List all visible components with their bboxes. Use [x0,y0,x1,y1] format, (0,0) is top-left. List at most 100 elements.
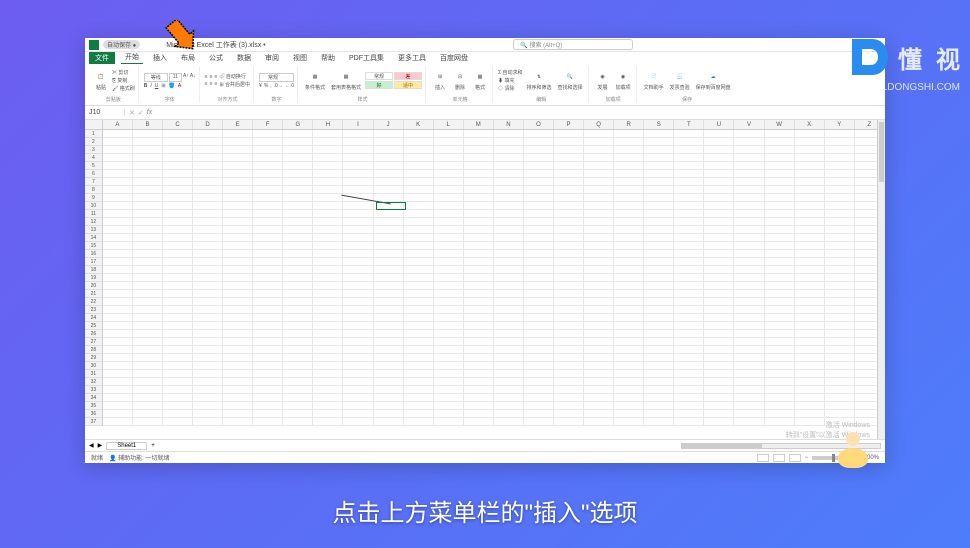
cell[interactable] [283,178,313,186]
row-header[interactable]: 9 [85,194,103,202]
cell[interactable] [434,138,464,146]
row-header[interactable]: 24 [85,314,103,322]
cell[interactable] [825,162,855,170]
copy-button[interactable]: ⎘ 复制 [112,77,135,84]
cell[interactable] [464,202,494,210]
cell[interactable] [404,330,434,338]
cell[interactable] [404,306,434,314]
sort-filter-button[interactable]: ⇅排序和筛选 [525,69,554,92]
cell[interactable] [494,194,524,202]
cell[interactable] [374,170,404,178]
cell[interactable] [193,402,223,410]
column-header[interactable]: B [133,120,163,129]
cell[interactable] [313,354,343,362]
cell[interactable] [614,194,644,202]
cell[interactable] [554,394,584,402]
view-normal-button[interactable] [757,454,769,462]
cell[interactable] [193,138,223,146]
cell[interactable] [404,130,434,138]
cell[interactable] [374,410,404,418]
cell[interactable] [193,162,223,170]
row-header[interactable]: 10 [85,202,103,210]
cell[interactable] [223,386,253,394]
cell[interactable] [434,370,464,378]
cell[interactable] [283,378,313,386]
cell[interactable] [133,274,163,282]
cell[interactable] [163,194,193,202]
cell[interactable] [464,394,494,402]
cell[interactable] [765,290,795,298]
cell[interactable] [343,418,373,426]
cell[interactable] [524,306,554,314]
cell[interactable] [434,346,464,354]
cell[interactable] [644,330,674,338]
cell[interactable] [193,370,223,378]
column-header[interactable]: S [644,120,674,129]
cell[interactable] [674,162,704,170]
cell[interactable] [343,370,373,378]
cell[interactable] [554,258,584,266]
row-header[interactable]: 18 [85,266,103,274]
cell[interactable] [193,178,223,186]
cell[interactable] [614,154,644,162]
cell[interactable] [374,370,404,378]
cell[interactable] [734,186,764,194]
cell[interactable] [524,218,554,226]
cell[interactable] [374,290,404,298]
cell[interactable] [313,130,343,138]
cell[interactable] [404,362,434,370]
cell[interactable] [374,314,404,322]
cell[interactable] [434,378,464,386]
cell[interactable] [704,274,734,282]
cell[interactable] [584,266,614,274]
sheet-nav-prev[interactable]: ◀ [89,442,94,449]
cell[interactable] [223,170,253,178]
cell[interactable] [103,258,133,266]
tab-pdf-tools[interactable]: PDF工具集 [345,52,388,64]
cell[interactable] [223,354,253,362]
cell[interactable] [193,282,223,290]
column-header[interactable]: D [193,120,223,129]
cell[interactable] [644,130,674,138]
cell[interactable] [133,146,163,154]
cell[interactable] [704,194,734,202]
cell[interactable] [825,226,855,234]
cell[interactable] [223,138,253,146]
cell[interactable] [404,202,434,210]
cell[interactable] [704,282,734,290]
cell[interactable] [644,394,674,402]
cell[interactable] [554,354,584,362]
cell[interactable] [524,370,554,378]
cell[interactable] [223,178,253,186]
cell[interactable] [434,338,464,346]
cell[interactable] [163,354,193,362]
cell[interactable] [133,218,163,226]
cell[interactable] [404,370,434,378]
cell[interactable] [644,242,674,250]
cell[interactable] [163,298,193,306]
cell[interactable] [644,418,674,426]
cell[interactable] [494,330,524,338]
cell[interactable] [734,346,764,354]
cell[interactable] [795,162,825,170]
cell[interactable] [554,170,584,178]
cell[interactable] [704,418,734,426]
cell[interactable] [223,146,253,154]
cell[interactable] [253,378,283,386]
cell[interactable] [614,410,644,418]
select-all-corner[interactable] [85,120,103,129]
cell[interactable] [524,410,554,418]
cell[interactable] [374,298,404,306]
cell[interactable] [434,298,464,306]
cell[interactable] [524,202,554,210]
column-header[interactable]: H [313,120,343,129]
cell[interactable] [584,418,614,426]
cell[interactable] [133,410,163,418]
add-sheet-button[interactable]: + [151,443,155,449]
cell[interactable] [765,218,795,226]
cell[interactable] [103,346,133,354]
cell[interactable] [464,146,494,154]
cell[interactable] [825,218,855,226]
row-header[interactable]: 33 [85,386,103,394]
cell[interactable] [494,258,524,266]
